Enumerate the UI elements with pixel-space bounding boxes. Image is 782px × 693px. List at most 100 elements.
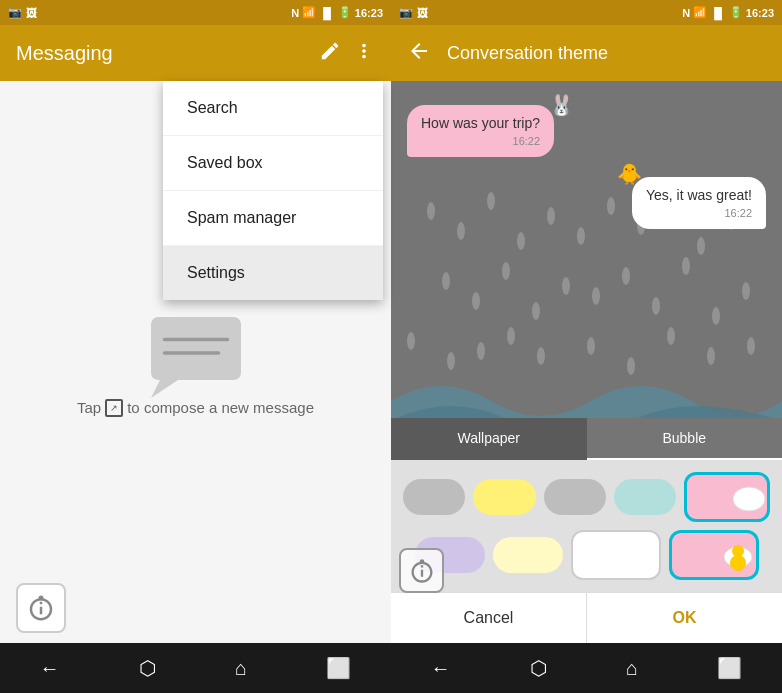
signal-icon: ▐▌	[319, 7, 335, 19]
time-display: 16:23	[355, 7, 383, 19]
svg-point-27	[742, 282, 750, 300]
svg-point-19	[502, 262, 510, 280]
message-icon	[136, 308, 256, 398]
bubble-option-cream[interactable]	[493, 537, 563, 573]
chat-bubble-right-time: 16:22	[646, 207, 752, 219]
menu-item-settings[interactable]: Settings	[163, 246, 383, 300]
bubble-options-row-2	[403, 530, 770, 580]
chat-bubble-right: Yes, it was great! 16:22	[632, 177, 766, 229]
svg-point-28	[407, 332, 415, 350]
recent-nav-icon[interactable]: ⌂	[235, 657, 247, 680]
tab-wallpaper[interactable]: Wallpaper	[391, 418, 587, 460]
app-title: Messaging	[16, 42, 113, 65]
svg-point-24	[652, 297, 660, 315]
status-bar-right-left-icons: 📷 🖼	[399, 6, 428, 19]
svg-point-5	[427, 202, 435, 220]
signal-icon-r: ▐▌	[710, 7, 726, 19]
chat-bubble-right-text: Yes, it was great!	[646, 187, 752, 203]
accessibility-button[interactable]	[16, 583, 66, 633]
svg-point-14	[697, 237, 705, 255]
wifi-icon-r: 📶	[693, 6, 707, 19]
svg-point-9	[547, 207, 555, 225]
svg-marker-1	[151, 380, 178, 398]
bubble-option-selected-2[interactable]	[669, 530, 759, 580]
wifi-icon: 📶	[302, 6, 316, 19]
svg-point-34	[627, 357, 635, 375]
battery-icon: 🔋	[338, 6, 352, 19]
bubble-option-selected[interactable]	[684, 472, 770, 522]
compose-button[interactable]	[319, 40, 341, 67]
back-nav-icon-r[interactable]: ←	[431, 657, 451, 680]
status-bar-right: 📷 🖼 N 📶 ▐▌ 🔋 16:23	[391, 0, 782, 25]
app-bar-actions	[319, 40, 375, 67]
recent-nav-icon-r[interactable]: ⌂	[626, 657, 638, 680]
menu-item-spam-manager[interactable]: Spam manager	[163, 191, 383, 246]
svg-point-36	[707, 347, 715, 365]
home-nav-icon[interactable]: ⬡	[139, 656, 156, 680]
app-bar: Messaging	[0, 25, 391, 81]
compose-text-end: to compose a new message	[127, 399, 314, 416]
battery-icon-r: 🔋	[729, 6, 743, 19]
bubble-options	[391, 460, 782, 592]
image-icon: 🖼	[26, 7, 37, 19]
bottom-action-bar: Cancel OK	[391, 592, 782, 643]
dropdown-menu: Search Saved box Spam manager Settings	[163, 81, 383, 300]
right-app-title: Conversation theme	[447, 43, 608, 64]
compose-inline-icon	[105, 399, 123, 417]
image-icon-r: 🖼	[417, 7, 428, 19]
svg-point-42	[678, 543, 730, 575]
bubble-option-gray-1[interactable]	[403, 479, 465, 515]
nfc-icon: N	[291, 7, 299, 19]
menu-item-search[interactable]: Search	[163, 81, 383, 136]
status-bar-left-icons: 📷 🖼	[8, 6, 37, 19]
svg-point-31	[507, 327, 515, 345]
status-bar-right-icons: N 📶 ▐▌ 🔋 16:23	[291, 6, 383, 19]
right-app-bar: Conversation theme	[391, 25, 782, 81]
svg-point-8	[517, 232, 525, 250]
ok-button[interactable]: OK	[586, 593, 782, 643]
nfc-icon-r: N	[682, 7, 690, 19]
bubble-option-outline[interactable]	[571, 530, 661, 580]
svg-point-44	[690, 535, 698, 551]
svg-point-21	[562, 277, 570, 295]
bubble-option-yellow[interactable]	[473, 479, 535, 515]
back-button[interactable]	[407, 39, 431, 68]
chat-bubble-left-time: 16:22	[421, 135, 540, 147]
svg-point-45	[699, 534, 705, 548]
home-nav-icon-r[interactable]: ⬡	[530, 656, 547, 680]
nav-bar-left: ← ⬡ ⌂ ⬜	[0, 643, 391, 693]
chat-area: How was your trip? 16:22 🐰 Yes, it was g…	[391, 81, 782, 418]
more-options-button[interactable]	[353, 40, 375, 67]
svg-point-10	[577, 227, 585, 245]
svg-point-17	[442, 272, 450, 290]
cancel-button[interactable]: Cancel	[391, 593, 586, 643]
compose-text-start: Tap	[77, 399, 101, 416]
svg-point-26	[712, 307, 720, 325]
bubble-option-mint[interactable]	[614, 479, 676, 515]
svg-point-20	[532, 302, 540, 320]
bunny-sticker-left: 🐰	[549, 93, 574, 117]
right-screen: 📷 🖼 N 📶 ▐▌ 🔋 16:23 Conversation theme	[391, 0, 782, 693]
back-nav-icon[interactable]: ←	[40, 657, 60, 680]
svg-point-37	[747, 337, 755, 355]
svg-point-6	[457, 222, 465, 240]
accessibility-button-right[interactable]	[399, 548, 444, 593]
nav-bar-right: ← ⬡ ⌂ ⬜	[391, 643, 782, 693]
svg-point-11	[607, 197, 615, 215]
tab-bubble[interactable]: Bubble	[587, 418, 783, 460]
svg-rect-0	[151, 317, 241, 380]
svg-point-47	[730, 555, 746, 571]
bubble-option-gray-2[interactable]	[544, 479, 606, 515]
left-screen: 📷 🖼 N 📶 ▐▌ 🔋 16:23 Messaging	[0, 0, 391, 693]
svg-point-30	[477, 342, 485, 360]
svg-point-35	[667, 327, 675, 345]
camera-icon-r: 📷	[399, 6, 413, 19]
svg-point-32	[537, 347, 545, 365]
chat-bubble-left: How was your trip? 16:22	[407, 105, 554, 157]
svg-point-39	[733, 487, 765, 511]
status-bar-right-right-icons: N 📶 ▐▌ 🔋 16:23	[682, 6, 774, 19]
menu-nav-icon-r[interactable]: ⬜	[717, 656, 742, 680]
menu-item-saved-box[interactable]: Saved box	[163, 136, 383, 191]
menu-nav-icon[interactable]: ⬜	[326, 656, 351, 680]
camera-icon: 📷	[8, 6, 22, 19]
